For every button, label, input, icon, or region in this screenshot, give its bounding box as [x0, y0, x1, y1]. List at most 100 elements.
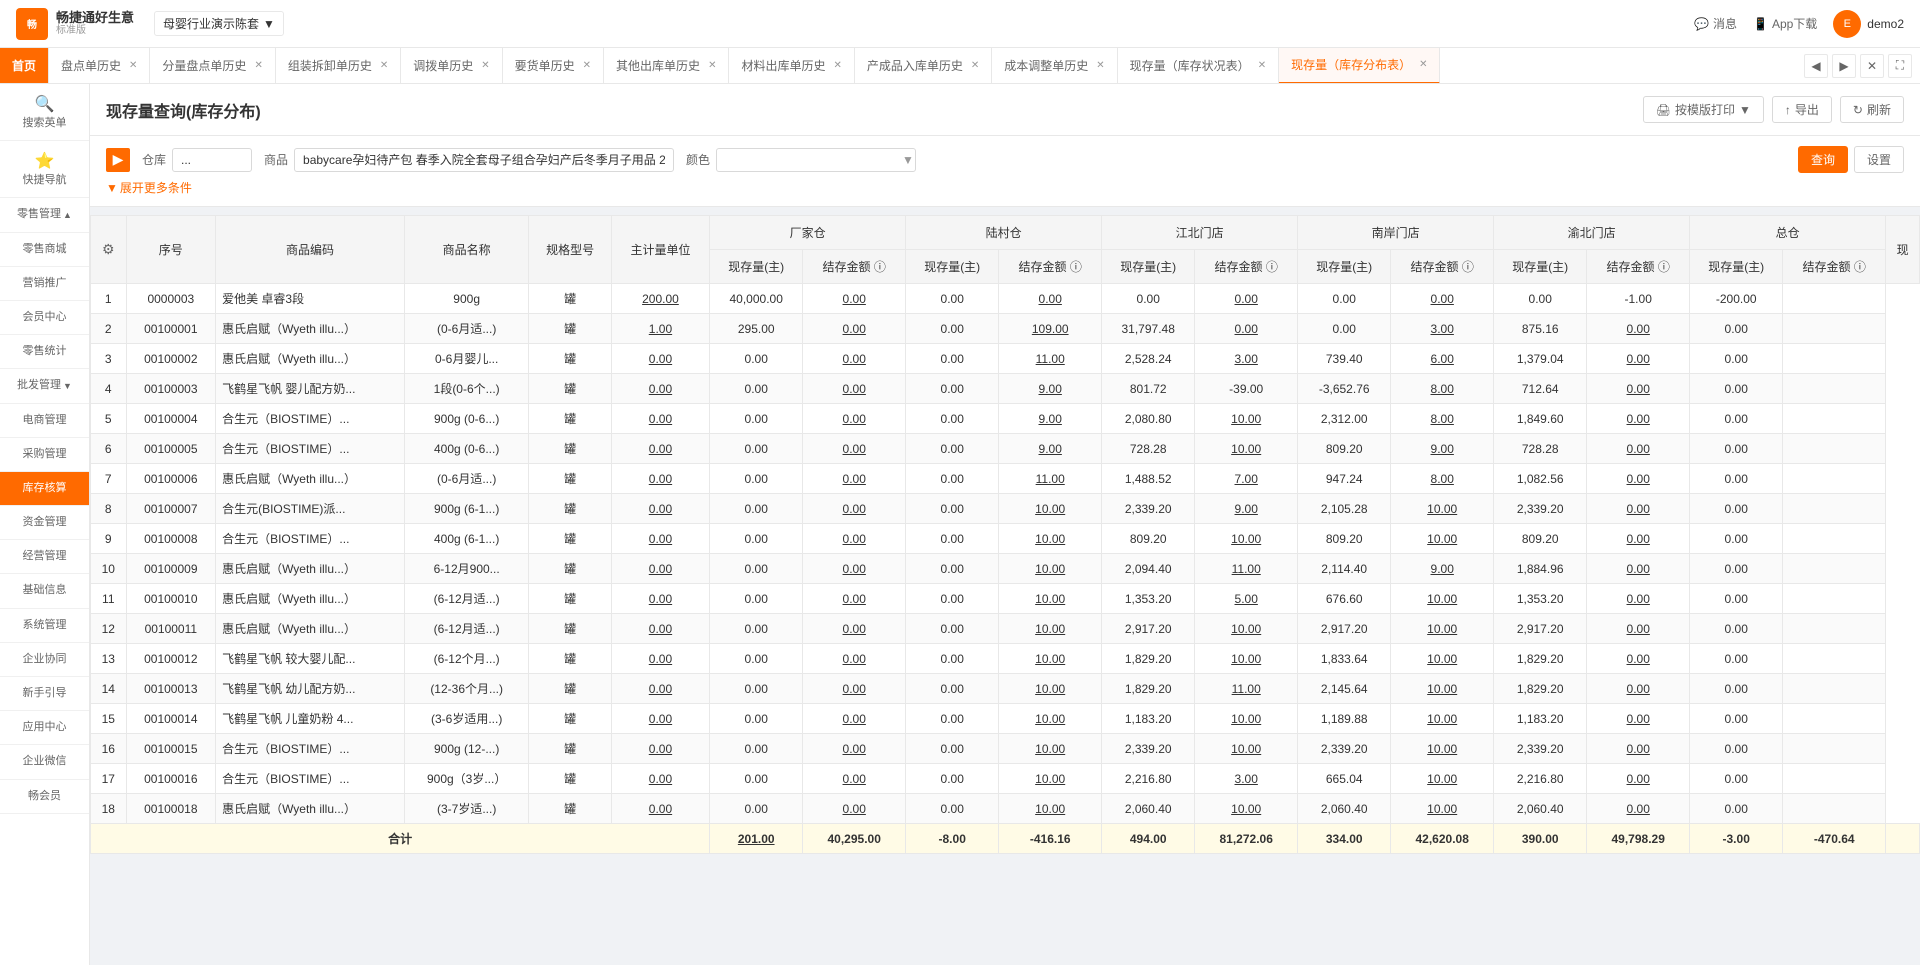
tab-stock-status[interactable]: 现存量（库存状况表） ✕ — [1118, 48, 1279, 84]
cell-na-qty[interactable]: 3.00 — [1195, 764, 1298, 794]
footer-total-qty[interactable]: -3.00 — [1690, 824, 1783, 854]
tab-product-in[interactable]: 产成品入库单历史 ✕ — [855, 48, 992, 84]
cell-jb-qty[interactable]: 109.00 — [999, 314, 1102, 344]
cell-jb-qty[interactable]: 11.00 — [999, 344, 1102, 374]
tab-order[interactable]: 要货单历史 ✕ — [503, 48, 604, 84]
tab-close-icon[interactable]: ✕ — [481, 60, 489, 71]
cell-cfx-qty[interactable]: 0.00 — [611, 494, 709, 524]
cell-na-qty[interactable]: 9.00 — [1195, 494, 1298, 524]
cell-jb-qty[interactable]: 9.00 — [999, 434, 1102, 464]
cell-lcc-qty[interactable]: 0.00 — [803, 674, 906, 704]
sidebar-item-retail-stats[interactable]: 零售统计 — [0, 335, 89, 369]
tab-close-icon[interactable]: ✕ — [583, 60, 591, 71]
tab-close-icon[interactable]: ✕ — [254, 60, 262, 71]
cell-total-qty[interactable]: 0.00 — [1587, 494, 1690, 524]
cell-lcc-qty[interactable]: 0.00 — [803, 584, 906, 614]
warehouse-input[interactable] — [172, 148, 252, 172]
cell-jb-qty[interactable]: 10.00 — [999, 674, 1102, 704]
export-btn[interactable]: ↑ 导出 — [1772, 96, 1832, 123]
cell-yb-qty[interactable]: 8.00 — [1391, 464, 1494, 494]
cell-lcc-qty[interactable]: 0.00 — [803, 554, 906, 584]
tab-close-icon[interactable]: ✕ — [971, 60, 979, 71]
sidebar-item-vip[interactable]: 畅会员 — [0, 780, 89, 814]
sidebar-item-wechat[interactable]: 企业微信 — [0, 745, 89, 779]
goods-input[interactable] — [294, 148, 674, 172]
cell-na-qty[interactable]: 5.00 — [1195, 584, 1298, 614]
cell-total-qty[interactable]: 0.00 — [1587, 374, 1690, 404]
cell-yb-qty[interactable]: 9.00 — [1391, 554, 1494, 584]
cell-lcc-qty[interactable]: 0.00 — [803, 344, 906, 374]
tab-cost-adjust[interactable]: 成本调整单历史 ✕ — [992, 48, 1117, 84]
tab-close-all-btn[interactable]: ✕ — [1860, 54, 1884, 78]
refresh-btn[interactable]: ↻ 刷新 — [1840, 96, 1904, 123]
cell-yb-qty[interactable]: 10.00 — [1391, 584, 1494, 614]
cell-yb-qty[interactable]: 10.00 — [1391, 644, 1494, 674]
sidebar-item-purchase[interactable]: 采购管理 — [0, 438, 89, 472]
cell-yb-qty[interactable]: 10.00 — [1391, 614, 1494, 644]
cell-cfx-qty[interactable]: 0.00 — [611, 374, 709, 404]
tab-assembly[interactable]: 组装拆卸单历史 ✕ — [276, 48, 401, 84]
sidebar-item-finance[interactable]: 资金管理 — [0, 506, 89, 540]
cell-yb-qty[interactable]: 10.00 — [1391, 764, 1494, 794]
sidebar-item-guide[interactable]: 新手引导 — [0, 677, 89, 711]
footer-yb-qty[interactable]: 390.00 — [1494, 824, 1587, 854]
cell-cfx-qty[interactable]: 0.00 — [611, 644, 709, 674]
tab-inventory-check[interactable]: 盘点单历史 ✕ — [49, 48, 150, 84]
cell-yb-qty[interactable]: 10.00 — [1391, 734, 1494, 764]
sidebar-item-basic-info[interactable]: 基础信息 — [0, 574, 89, 608]
tab-out[interactable]: 其他出库单历史 ✕ — [604, 48, 729, 84]
color-input[interactable] — [716, 148, 916, 172]
tab-close-icon[interactable]: ✕ — [1096, 60, 1104, 71]
cell-na-qty[interactable]: 10.00 — [1195, 644, 1298, 674]
cell-na-qty[interactable]: 7.00 — [1195, 464, 1298, 494]
cell-total-qty[interactable]: 0.00 — [1587, 734, 1690, 764]
cell-lcc-qty[interactable]: 0.00 — [803, 524, 906, 554]
cell-total-qty[interactable]: 0.00 — [1587, 554, 1690, 584]
footer-lcc-qty[interactable]: -8.00 — [906, 824, 999, 854]
tab-material-out[interactable]: 材料出库单历史 ✕ — [729, 48, 854, 84]
cell-lcc-qty[interactable]: 0.00 — [803, 494, 906, 524]
cell-jb-qty[interactable]: 10.00 — [999, 644, 1102, 674]
cell-jb-qty[interactable]: 10.00 — [999, 794, 1102, 824]
cell-total-qty[interactable]: 0.00 — [1587, 314, 1690, 344]
tab-transfer[interactable]: 调拨单历史 ✕ — [401, 48, 502, 84]
cell-cfx-qty[interactable]: 0.00 — [611, 554, 709, 584]
footer-jb-qty[interactable]: 494.00 — [1102, 824, 1195, 854]
filter-toggle-btn[interactable]: ▶ — [106, 148, 130, 172]
cell-na-qty[interactable]: 10.00 — [1195, 704, 1298, 734]
cell-total-qty[interactable]: 0.00 — [1587, 464, 1690, 494]
cell-cfx-qty[interactable]: 1.00 — [611, 314, 709, 344]
cell-yb-qty[interactable]: 10.00 — [1391, 524, 1494, 554]
sidebar-item-marketing[interactable]: 营销推广 — [0, 267, 89, 301]
sidebar-item-wholesale[interactable]: 批发管理 ▼ — [0, 369, 89, 403]
print-btn[interactable]: 🖨 按模版打印 ▼ — [1643, 96, 1764, 123]
cell-jb-qty[interactable]: 10.00 — [999, 764, 1102, 794]
cell-na-qty[interactable]: 11.00 — [1195, 554, 1298, 584]
cell-cfx-qty[interactable]: 0.00 — [611, 464, 709, 494]
cell-jb-qty[interactable]: 10.00 — [999, 614, 1102, 644]
tab-home[interactable]: 首页 — [0, 48, 49, 84]
cell-jb-qty[interactable]: 10.00 — [999, 734, 1102, 764]
tab-close-icon[interactable]: ✕ — [1258, 60, 1266, 71]
cell-lcc-qty[interactable]: 0.00 — [803, 374, 906, 404]
message-btn[interactable]: 💬 消息 — [1694, 15, 1737, 32]
sidebar-item-search[interactable]: 🔍 搜索英单 — [0, 84, 89, 141]
cell-lcc-qty[interactable]: 0.00 — [803, 434, 906, 464]
cell-jb-qty[interactable]: 9.00 — [999, 404, 1102, 434]
cell-lcc-qty[interactable]: 0.00 — [803, 284, 906, 314]
cell-lcc-qty[interactable]: 0.00 — [803, 614, 906, 644]
sidebar-item-apps[interactable]: 应用中心 — [0, 711, 89, 745]
app-download-btn[interactable]: 📱 App下载 — [1753, 15, 1817, 32]
cell-lcc-qty[interactable]: 0.00 — [803, 794, 906, 824]
expand-conditions[interactable]: ▼ 展开更多条件 — [106, 179, 1904, 196]
cell-lcc-qty[interactable]: 0.00 — [803, 404, 906, 434]
cell-lcc-qty[interactable]: 0.00 — [803, 314, 906, 344]
tab-close-icon[interactable]: ✕ — [708, 60, 716, 71]
org-selector[interactable]: 母婴行业演示陈套 ▼ — [154, 11, 284, 36]
cell-total-qty[interactable]: 0.00 — [1587, 644, 1690, 674]
cell-na-qty[interactable]: 10.00 — [1195, 614, 1298, 644]
cell-lcc-qty[interactable]: 0.00 — [803, 764, 906, 794]
cell-jb-qty[interactable]: 10.00 — [999, 704, 1102, 734]
cell-yb-qty[interactable]: 10.00 — [1391, 704, 1494, 734]
footer-na-qty[interactable]: 334.00 — [1298, 824, 1391, 854]
